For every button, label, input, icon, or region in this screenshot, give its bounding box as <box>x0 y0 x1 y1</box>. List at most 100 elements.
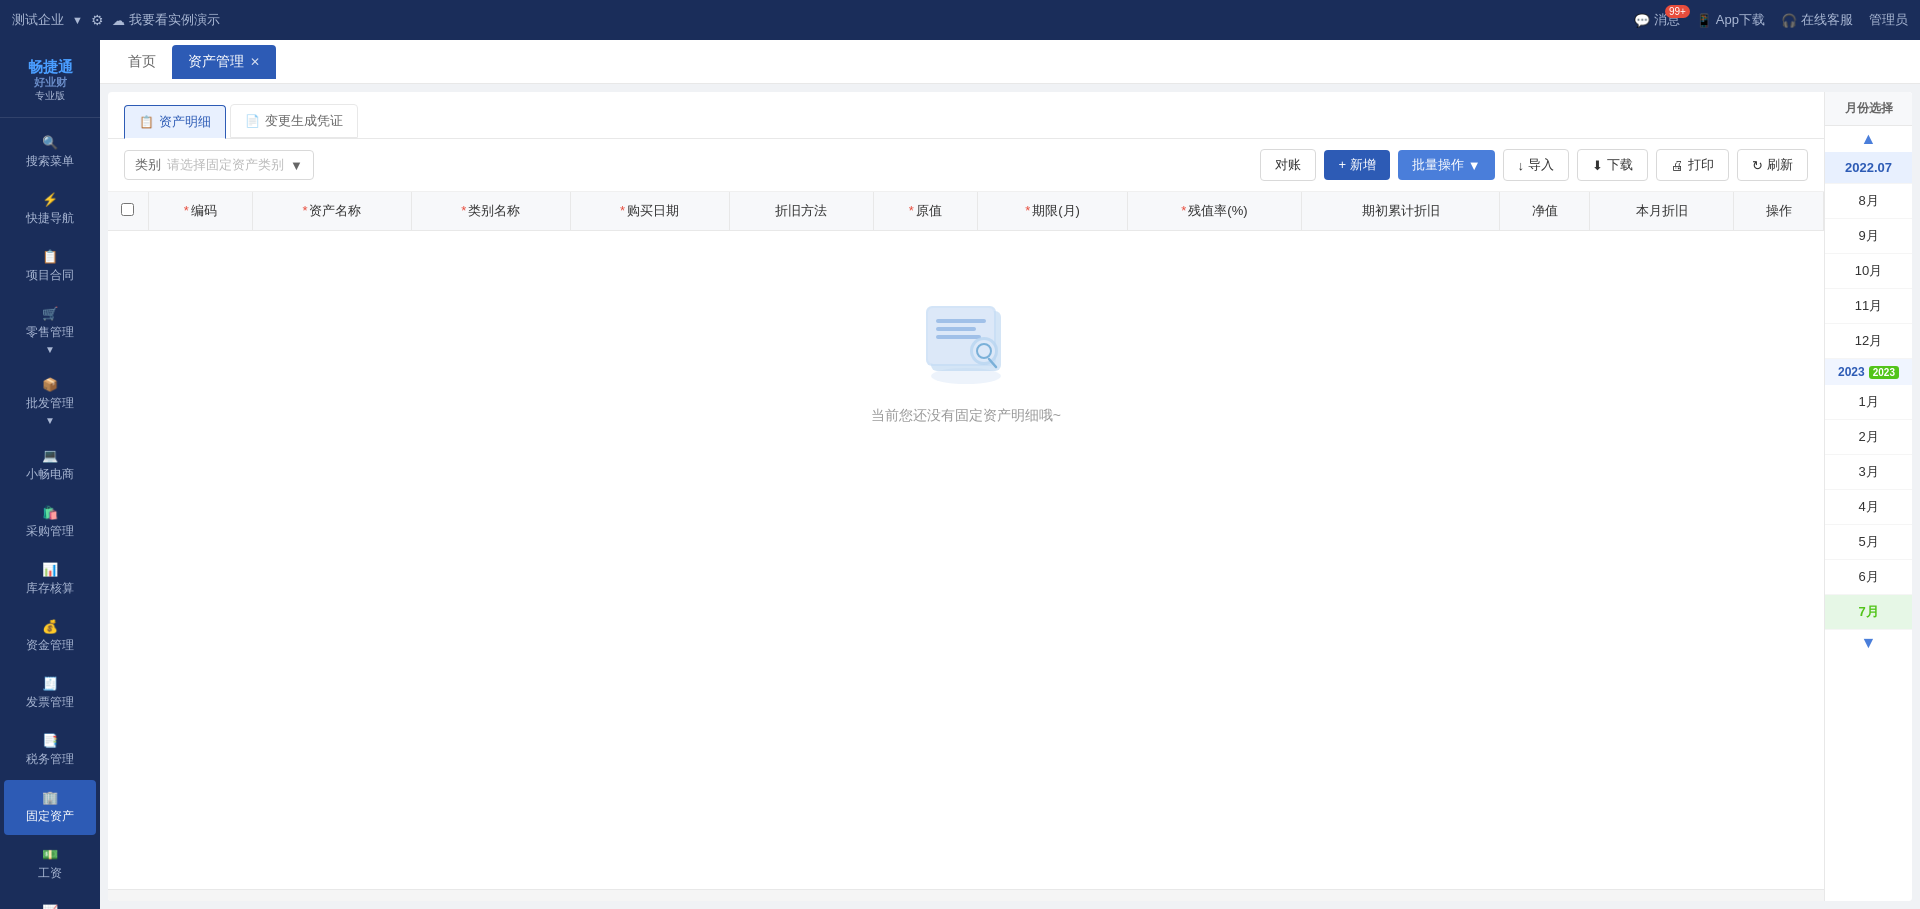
bottom-scrollbar[interactable] <box>108 889 1824 901</box>
lightning-icon: ⚡ <box>42 192 58 207</box>
app-logo: 畅捷通 好业财 专业版 <box>0 48 100 118</box>
tab-bar: 首页 资产管理 ✕ <box>100 40 1920 84</box>
project-icon: 📋 <box>42 249 58 264</box>
svg-rect-6 <box>936 335 981 339</box>
chevron-down-icon: ▼ <box>45 344 55 355</box>
message-icon: 💬 <box>1634 13 1650 28</box>
headset-icon: 🎧 <box>1781 13 1797 28</box>
sidebar-item-payroll[interactable]: 💵 工资 <box>4 837 96 892</box>
tab-home[interactable]: 首页 <box>112 45 172 79</box>
th-monthly-depreciation: 本月折旧 <box>1589 192 1733 231</box>
sub-tab-voucher[interactable]: 📄 变更生成凭证 <box>230 104 358 138</box>
message-badge: 99+ <box>1665 5 1690 18</box>
sidebar-label-payroll: 工资 <box>38 865 62 882</box>
table-wrap: *编码 *资产名称 *类别名称 *购买日期 折旧方法 *原值 *期限(月) *残… <box>108 192 1824 889</box>
chevron-down-icon-2: ▼ <box>45 415 55 426</box>
sidebar-label-wholesale: 批发管理 <box>26 395 74 412</box>
sidebar-label-fixed-assets: 固定资产 <box>26 808 74 825</box>
download-icon: ⬇ <box>1592 158 1603 173</box>
sidebar-item-purchase[interactable]: 🛍️ 采购管理 <box>4 495 96 550</box>
ops-icon: 📈 <box>42 904 58 909</box>
sidebar-label-inventory: 库存核算 <box>26 580 74 597</box>
sidebar-item-wholesale[interactable]: 📦 批发管理 ▼ <box>4 367 96 436</box>
th-accumulated-depreciation: 期初累计折旧 <box>1301 192 1499 231</box>
month-selected[interactable]: 2022.07 <box>1825 152 1912 184</box>
month-2023-1[interactable]: 1月 <box>1825 385 1912 420</box>
sidebar-item-capital[interactable]: 💰 资金管理 <box>4 609 96 664</box>
month-8[interactable]: 8月 <box>1825 184 1912 219</box>
top-bar-right: 💬 消息 99+ 📱 App下载 🎧 在线客服 管理员 <box>1634 11 1908 29</box>
sidebar-item-quick-nav[interactable]: ⚡ 快捷导航 <box>4 182 96 237</box>
category-filter[interactable]: 类别 请选择固定资产类别 ▼ <box>124 150 314 180</box>
month-2023-5[interactable]: 5月 <box>1825 525 1912 560</box>
sidebar-label-ecommerce: 小畅电商 <box>26 466 74 483</box>
month-nav-down[interactable]: ▼ <box>1825 630 1912 656</box>
sidebar-label-quick-nav: 快捷导航 <box>26 210 74 227</box>
print-icon: 🖨 <box>1671 158 1684 173</box>
sidebar-item-invoice[interactable]: 🧾 发票管理 <box>4 666 96 721</box>
sidebar-label-search: 搜索菜单 <box>26 153 74 170</box>
import-button[interactable]: ↓ 导入 <box>1503 149 1570 181</box>
filter-dropdown-icon: ▼ <box>290 158 303 173</box>
sidebar-label-purchase: 采购管理 <box>26 523 74 540</box>
purchase-icon: 🛍️ <box>42 505 58 520</box>
month-2023-6[interactable]: 6月 <box>1825 560 1912 595</box>
month-2023-3[interactable]: 3月 <box>1825 455 1912 490</box>
message-button[interactable]: 💬 消息 99+ <box>1634 11 1680 29</box>
sidebar-item-ecommerce[interactable]: 💻 小畅电商 <box>4 438 96 493</box>
sidebar-item-retail[interactable]: 🛒 零售管理 ▼ <box>4 296 96 365</box>
app-download-button[interactable]: 📱 App下载 <box>1696 11 1765 29</box>
sub-tabs: 📋 资产明细 📄 变更生成凭证 <box>108 92 1824 139</box>
month-2023-4[interactable]: 4月 <box>1825 490 1912 525</box>
fixed-assets-icon: 🏢 <box>42 790 58 805</box>
select-all-checkbox[interactable] <box>121 203 134 216</box>
company-name: 测试企业 <box>12 11 64 29</box>
app-name: 畅捷通 好业财 <box>8 58 92 89</box>
sub-tab-asset-detail[interactable]: 📋 资产明细 <box>124 105 226 139</box>
month-9[interactable]: 9月 <box>1825 219 1912 254</box>
refresh-icon: ↻ <box>1752 158 1763 173</box>
empty-state-row: 当前您还没有固定资产明细哦~ <box>108 231 1824 486</box>
th-residual-rate: *残值率(%) <box>1127 192 1301 231</box>
svg-rect-4 <box>936 319 986 323</box>
month-2023-2[interactable]: 2月 <box>1825 420 1912 455</box>
print-button[interactable]: 🖨 打印 <box>1656 149 1729 181</box>
month-11[interactable]: 11月 <box>1825 289 1912 324</box>
top-bar-left: 测试企业 ▼ ⚙ ☁ 我要看实例演示 <box>12 11 220 29</box>
sidebar-item-fixed-assets[interactable]: 🏢 固定资产 <box>4 780 96 835</box>
th-net-value: 净值 <box>1500 192 1590 231</box>
import-icon: ↓ <box>1518 158 1525 173</box>
capital-icon: 💰 <box>42 619 58 634</box>
filter-select-placeholder: 请选择固定资产类别 <box>167 156 284 174</box>
download-button[interactable]: ⬇ 下载 <box>1577 149 1648 181</box>
sidebar-item-project[interactable]: 📋 项目合同 <box>4 239 96 294</box>
month-12[interactable]: 12月 <box>1825 324 1912 359</box>
username: 管理员 <box>1869 11 1908 29</box>
month-nav-up[interactable]: ▲ <box>1825 126 1912 152</box>
table-header-row: *编码 *资产名称 *类别名称 *购买日期 折旧方法 *原值 *期限(月) *残… <box>108 192 1824 231</box>
sidebar-item-ops[interactable]: 📈 经营管理 <box>4 894 96 909</box>
doc-icon: 📄 <box>245 114 260 128</box>
company-dropdown-icon[interactable]: ▼ <box>72 14 83 26</box>
empty-state: 当前您还没有固定资产明细哦~ <box>108 231 1824 485</box>
left-panel: 📋 资产明细 📄 变更生成凭证 类别 请选择固定资产类别 ▼ <box>108 92 1824 901</box>
reconcile-button[interactable]: 对账 <box>1260 149 1316 181</box>
empty-text: 当前您还没有固定资产明细哦~ <box>871 407 1061 425</box>
online-service-button[interactable]: 🎧 在线客服 <box>1781 11 1853 29</box>
sidebar-item-tax[interactable]: 📑 税务管理 <box>4 723 96 778</box>
sidebar-item-inventory[interactable]: 📊 库存核算 <box>4 552 96 607</box>
settings-icon[interactable]: ⚙ <box>91 12 104 28</box>
asset-table: *编码 *资产名称 *类别名称 *购买日期 折旧方法 *原值 *期限(月) *残… <box>108 192 1824 485</box>
month-panel-title: 月份选择 <box>1825 92 1912 126</box>
sidebar-item-search[interactable]: 🔍 搜索菜单 <box>4 125 96 180</box>
sidebar-label-project: 项目合同 <box>26 267 74 284</box>
demo-link[interactable]: ☁ 我要看实例演示 <box>112 11 220 29</box>
batch-button[interactable]: 批量操作 ▼ <box>1398 150 1495 180</box>
tab-close-icon[interactable]: ✕ <box>250 55 260 69</box>
month-10[interactable]: 10月 <box>1825 254 1912 289</box>
month-2023-7[interactable]: 7月 <box>1825 595 1912 630</box>
refresh-button[interactable]: ↻ 刷新 <box>1737 149 1808 181</box>
th-asset-name: *资产名称 <box>253 192 412 231</box>
add-button[interactable]: + 新增 <box>1324 150 1389 180</box>
tab-asset-mgmt[interactable]: 资产管理 ✕ <box>172 45 276 79</box>
